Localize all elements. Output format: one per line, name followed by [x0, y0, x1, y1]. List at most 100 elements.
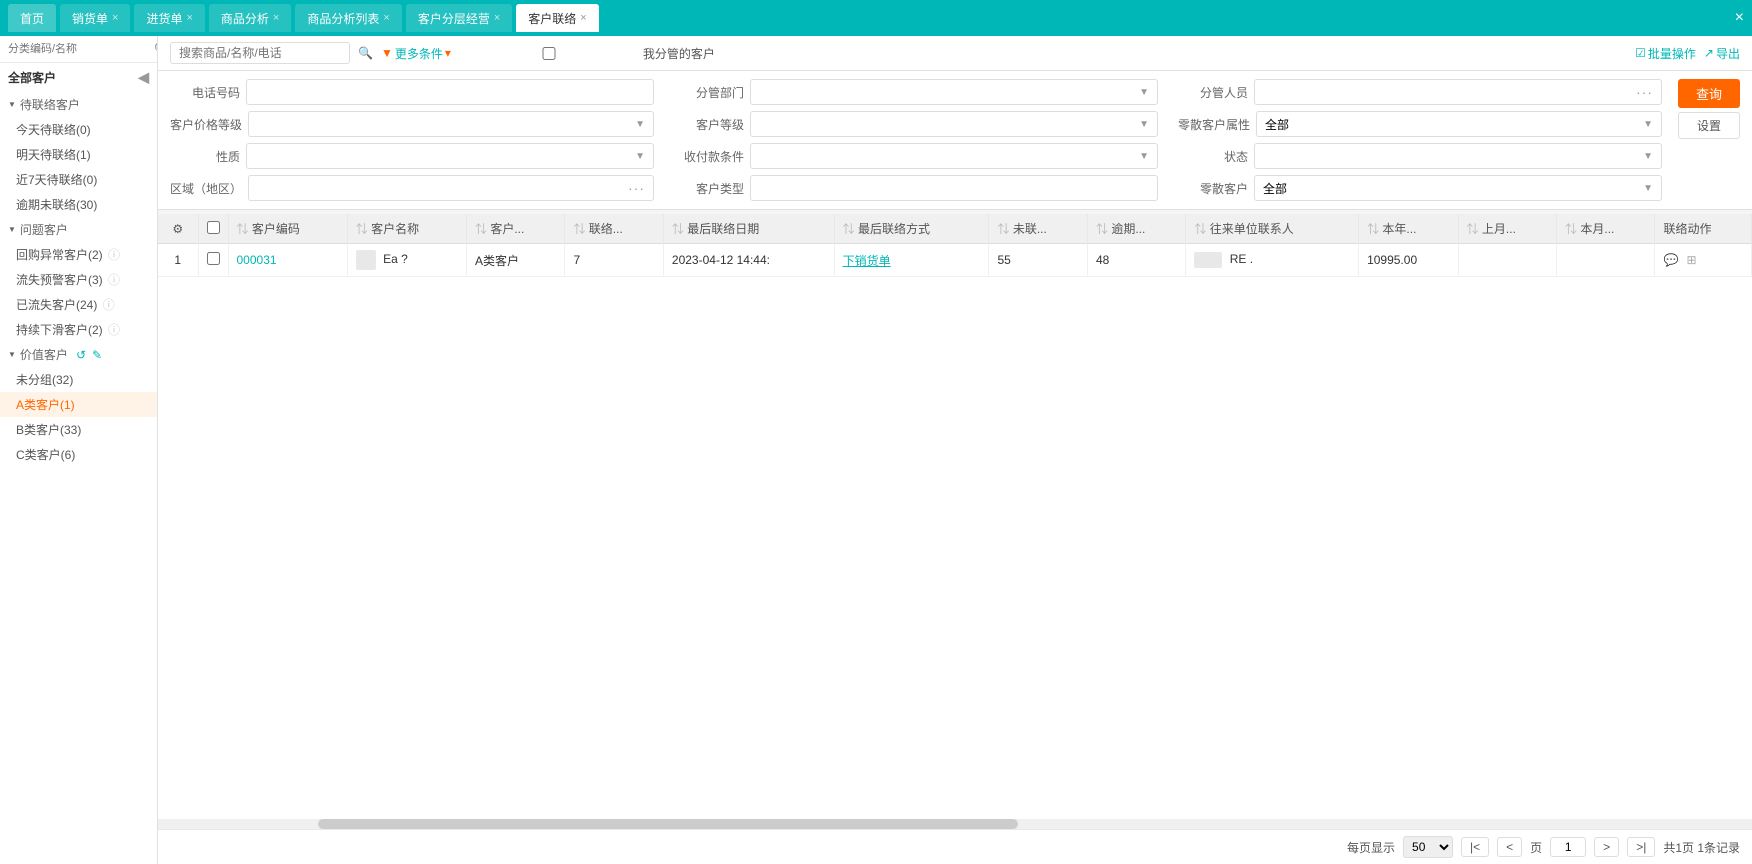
tab-product-list-close[interactable]: × [383, 12, 389, 24]
tab-customer-tier[interactable]: 客户分层经营 × [406, 4, 512, 32]
tab-sales-order[interactable]: 销货单 × [60, 4, 130, 32]
chat-icon[interactable]: 💬 [1663, 253, 1678, 267]
tab-product-analysis-list[interactable]: 商品分析列表 × [295, 4, 401, 32]
retail-select[interactable]: 全部 ▼ [1254, 175, 1662, 201]
prev-page-button[interactable]: < [1497, 837, 1522, 857]
th-last-month[interactable]: ⇅ 上月... [1458, 214, 1556, 244]
th-last-method[interactable]: ⇅ 最后联络方式 [834, 214, 989, 244]
th-person[interactable]: ⇅ 往来单位联系人 [1186, 214, 1359, 244]
scrollbar-thumb[interactable] [318, 819, 1018, 829]
row-last-method[interactable]: 下销货单 [834, 244, 989, 277]
tab-customer-contact-close[interactable]: × [580, 12, 586, 24]
th-last-method-label: 最后联络方式 [858, 222, 930, 236]
tab-purchase-close[interactable]: × [186, 12, 192, 24]
sidebar-item-overdue[interactable]: 逾期未联络(30) [0, 192, 157, 217]
horizontal-scrollbar[interactable] [158, 819, 1752, 829]
select-all-checkbox[interactable] [207, 221, 220, 234]
pending-expand-icon[interactable]: ▼ [8, 100, 16, 109]
table-header-row: ⚙ ⇅ 客户编码 ⇅ 客户名称 ⇅ 客户... ⇅ 联络... ⇅ 最后联络日期… [158, 214, 1752, 244]
problem-group-label: 问题客户 [20, 221, 68, 238]
sidebar-search-input[interactable] [8, 43, 150, 55]
th-code[interactable]: ⇅ 客户编码 [228, 214, 347, 244]
filter-cell-phone: 电话号码 [170, 79, 654, 105]
sidebar-item-today[interactable]: 今天待联络(0) [0, 117, 157, 142]
row-code[interactable]: 000031 [228, 244, 347, 277]
filter-search-icon[interactable]: 🔍 [358, 46, 373, 60]
dept-select[interactable]: ▼ [750, 79, 1158, 105]
last-page-button[interactable]: >| [1627, 837, 1655, 857]
th-this-year-label: 本年... [1382, 222, 1416, 236]
payment-select[interactable]: ▼ [750, 143, 1158, 169]
sidebar-all-customers-header[interactable]: 全部客户 ◀ [0, 63, 157, 92]
sidebar-item-c-class[interactable]: C类客户(6) [0, 442, 157, 467]
declining-label: 持续下滑客户(2) [16, 323, 103, 337]
region-input[interactable]: ··· [248, 175, 654, 201]
tab-purchase-order[interactable]: 进货单 × [134, 4, 204, 32]
tab-sales-close[interactable]: × [112, 12, 118, 24]
problem-expand-icon[interactable]: ▼ [8, 225, 16, 234]
table-row: 1 000031 Ea ? A类客户 7 2023-04-12 14:44: 下… [158, 244, 1752, 277]
th-overdue[interactable]: ⇅ 逾期... [1087, 214, 1185, 244]
th-contact[interactable]: ⇅ 联络... [565, 214, 663, 244]
setting-button[interactable]: 设置 [1678, 112, 1740, 139]
sidebar-item-repurchase-anomaly[interactable]: 回购异常客户(2) ⓘ [0, 242, 157, 267]
tab-customer-tier-close[interactable]: × [494, 12, 500, 24]
sidebar-item-unclassified[interactable]: 未分组(32) [0, 367, 157, 392]
sidebar-collapse-icon[interactable]: ◀ [138, 69, 149, 86]
value-expand-icon[interactable]: ▼ [8, 350, 16, 359]
first-page-button[interactable]: |< [1461, 837, 1489, 857]
search-input[interactable] [170, 42, 350, 64]
retail-attr-label: 零散客户属性 [1178, 116, 1250, 133]
tab-home[interactable]: 首页 [8, 4, 56, 32]
tab-customer-contact[interactable]: 客户联络 × [516, 4, 598, 32]
sidebar-item-a-class[interactable]: A类客户(1) [0, 392, 157, 417]
th-name[interactable]: ⇅ 客户名称 [347, 214, 466, 244]
th-type[interactable]: ⇅ 客户... [466, 214, 564, 244]
refresh-icon[interactable]: ↺ [76, 348, 86, 362]
row-name[interactable]: Ea ? [347, 244, 466, 277]
page-number-input[interactable] [1550, 837, 1586, 857]
sidebar-item-churn-warning[interactable]: 流失预警客户(3) ⓘ [0, 267, 157, 292]
export-button[interactable]: ↗ 导出 [1704, 45, 1740, 62]
phone-input[interactable] [246, 79, 654, 105]
close-all-button[interactable]: × [1735, 9, 1744, 27]
sidebar-item-declining[interactable]: 持续下滑客户(2) ⓘ [0, 317, 157, 342]
sidebar-item-b-class[interactable]: B类客户(33) [0, 417, 157, 442]
retail-attr-arrow: ▼ [1643, 119, 1653, 130]
th-actions-label: 联络动作 [1663, 222, 1711, 236]
sidebar-item-churned[interactable]: 已流失客户(24) ⓘ [0, 292, 157, 317]
th-this-year[interactable]: ⇅ 本年... [1359, 214, 1458, 244]
sidebar-group-pending: ▼ 待联络客户 [0, 92, 157, 117]
th-this-month[interactable]: ⇅ 本月... [1557, 214, 1655, 244]
main-layout: 🔍 全部客户 ◀ ▼ 待联络客户 今天待联络(0) 明天待联络(1) 近7天待联… [0, 36, 1752, 864]
status-select[interactable]: ▼ [1254, 143, 1662, 169]
th-uncontacted[interactable]: ⇅ 未联... [989, 214, 1087, 244]
th-gear[interactable]: ⚙ [158, 214, 198, 244]
my-customer-check[interactable] [459, 47, 639, 60]
query-button[interactable]: 查询 [1678, 79, 1740, 108]
sidebar-item-tomorrow[interactable]: 明天待联络(1) [0, 142, 157, 167]
price-tier-select[interactable]: ▼ [248, 111, 654, 137]
customer-type-input[interactable] [750, 175, 1158, 201]
tab-product-analysis[interactable]: 商品分析 × [209, 4, 291, 32]
th-last-date[interactable]: ⇅ 最后联络日期 [663, 214, 834, 244]
batch-op-button[interactable]: ☑ 批量操作 [1635, 45, 1696, 62]
sidebar-item-7days[interactable]: 近7天待联络(0) [0, 167, 157, 192]
nature-select[interactable]: ▼ [246, 143, 654, 169]
grid-icon[interactable]: ⊞ [1686, 253, 1696, 267]
last-method-link[interactable]: 下销货单 [843, 254, 891, 268]
dept-label: 分管部门 [674, 84, 744, 101]
next-page-button[interactable]: > [1594, 837, 1619, 857]
my-customer-checkbox[interactable]: 我分管的客户 [459, 45, 715, 62]
th-this-month-label: 本月... [1580, 222, 1614, 236]
customer-tier-arrow: ▼ [1139, 119, 1149, 130]
tab-product-close[interactable]: × [273, 12, 279, 24]
retail-attr-value: 全部 [1265, 116, 1289, 133]
person-input[interactable]: ··· [1254, 79, 1662, 105]
per-page-select[interactable]: 50 100 200 [1403, 836, 1453, 858]
customer-tier-select[interactable]: ▼ [750, 111, 1158, 137]
retail-attr-select[interactable]: 全部 ▼ [1256, 111, 1662, 137]
more-filter-button[interactable]: ▼ 更多条件 ▾ [381, 45, 451, 62]
edit-value-icon[interactable]: ✎ [92, 348, 102, 362]
row-select-checkbox[interactable] [207, 252, 220, 265]
